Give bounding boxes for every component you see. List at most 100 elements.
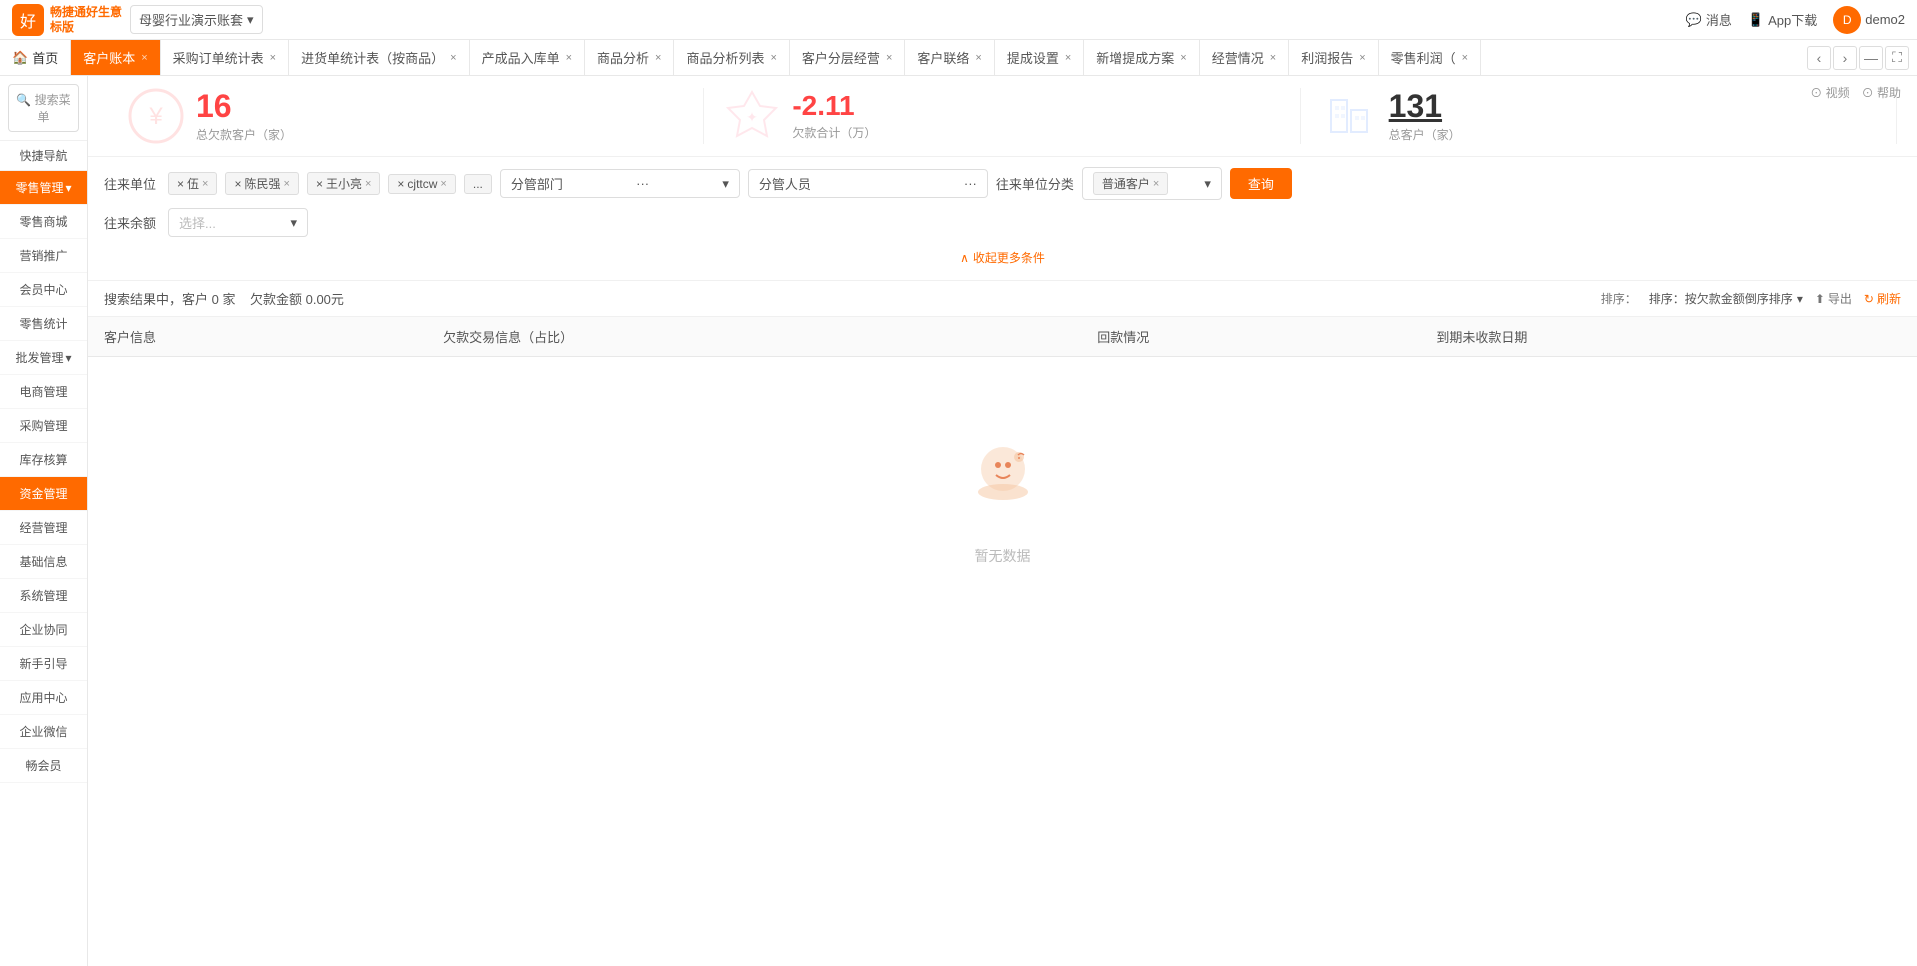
stat-icon-building	[1321, 88, 1377, 144]
tab-goods-analysis-list[interactable]: 商品分析列表 ×	[674, 40, 789, 76]
tab-minimize[interactable]: —	[1859, 46, 1883, 70]
close-icon[interactable]: ×	[1180, 52, 1186, 64]
sidebar-search-area: 🔍 搜索菜单	[0, 76, 87, 141]
tab-scroll-left[interactable]: ‹	[1807, 46, 1831, 70]
sidebar-item-operation-mgmt[interactable]: 经营管理	[0, 511, 87, 545]
col-header-arrears: 欠款交易信息（占比）	[427, 317, 1081, 357]
tab-profit-report[interactable]: 利润报告 ×	[1289, 40, 1378, 76]
top-header: 好 畅捷通好生意 标版 母婴行业演示账套 ▾ 💬 消息 📱 App下载 D de…	[0, 0, 1917, 40]
sidebar-item-marketing[interactable]: 营销推广	[0, 239, 87, 273]
close-icon[interactable]: ×	[770, 52, 776, 64]
close-icon[interactable]: ×	[1462, 52, 1468, 64]
message-button[interactable]: 💬 消息	[1686, 10, 1732, 29]
export-icon: ⬆	[1815, 292, 1825, 306]
sort-selector[interactable]: 排序：按欠款金额倒序排序 ▾	[1649, 290, 1803, 307]
video-link[interactable]: ⊙ 视频	[1810, 84, 1849, 101]
sidebar-item-vip-member[interactable]: 畅会员	[0, 749, 87, 783]
balance-selector[interactable]: 选择... ▾	[168, 208, 308, 237]
sidebar-item-retail-mall[interactable]: 零售商城	[0, 205, 87, 239]
tab-home[interactable]: 🏠 首页	[0, 40, 71, 76]
main-layout: 🔍 搜索菜单 快捷导航 零售管理 ▾ 零售商城 营销推广 会员中心 零售统计 批…	[0, 76, 1917, 966]
tab-proposal-settings[interactable]: 提成设置 ×	[995, 40, 1084, 76]
close-icon[interactable]: ×	[886, 52, 892, 64]
tab-customer-segment[interactable]: 客户分层经营 ×	[790, 40, 905, 76]
company-tag-more[interactable]: ...	[464, 174, 492, 194]
sidebar-item-system-mgmt[interactable]: 系统管理	[0, 579, 87, 613]
sidebar-item-capital-mgmt[interactable]: 资金管理	[0, 477, 87, 511]
sidebar-item-enterprise-wechat[interactable]: 企业微信	[0, 715, 87, 749]
tab-maximize[interactable]: ⛶	[1885, 46, 1909, 70]
collapse-row: ∧ 收起更多条件	[104, 245, 1901, 270]
tab-accounts[interactable]: 客户账本 ×	[71, 40, 160, 76]
tab-purchase-order[interactable]: 采购订单统计表 ×	[161, 40, 289, 76]
query-button[interactable]: 查询	[1230, 168, 1292, 199]
tab-new-proposal[interactable]: 新增提成方案 ×	[1084, 40, 1199, 76]
collapse-button[interactable]: ∧ 收起更多条件	[960, 249, 1045, 266]
refresh-button[interactable]: ↻ 刷新	[1864, 290, 1901, 307]
close-icon[interactable]: ×	[1270, 52, 1276, 64]
close-icon[interactable]: ×	[1359, 52, 1365, 64]
sidebar-quick-nav[interactable]: 快捷导航	[0, 141, 87, 171]
sidebar-item-inventory[interactable]: 库存核算	[0, 443, 87, 477]
svg-text:✦: ✦	[746, 109, 758, 125]
category-label: 往来单位分类	[996, 174, 1074, 193]
close-icon[interactable]: ×	[450, 52, 456, 64]
person-selector[interactable]: 分管人员 ···	[748, 169, 988, 198]
store-selector[interactable]: 母婴行业演示账套 ▾	[130, 5, 263, 34]
logo-area: 好 畅捷通好生意 标版	[12, 4, 122, 36]
remove-tag-3[interactable]: ×	[365, 178, 371, 190]
category-tag[interactable]: 普通客户 ×	[1093, 172, 1168, 195]
chevron-down-icon: ▾	[722, 176, 729, 192]
sidebar-item-newbie-guide[interactable]: 新手引导	[0, 647, 87, 681]
tab-retail-profit[interactable]: 零售利润（ ×	[1379, 40, 1481, 76]
tab-operation-status[interactable]: 经营情况 ×	[1200, 40, 1289, 76]
tab-scroll-right[interactable]: ›	[1833, 46, 1857, 70]
remove-tag-1[interactable]: ×	[202, 178, 208, 190]
search-menu-button[interactable]: 🔍 搜索菜单	[8, 84, 79, 132]
close-icon[interactable]: ×	[975, 52, 981, 64]
company-tag-2[interactable]: × 陈民强 ×	[225, 172, 298, 195]
tab-purchase-stats[interactable]: 进货单统计表（按商品） ×	[289, 40, 469, 76]
tab-customer-contact[interactable]: 客户联络 ×	[905, 40, 994, 76]
remove-category-tag[interactable]: ×	[1153, 178, 1159, 190]
chevron-icon: ▾	[65, 351, 71, 365]
tab-production-in[interactable]: 产成品入库单 ×	[470, 40, 585, 76]
stat-label-2: 欠款合计（万）	[792, 124, 876, 141]
nav-tabs: 🏠 首页 客户账本 × 采购订单统计表 × 进货单统计表（按商品） × 产成品入…	[0, 40, 1917, 76]
category-selector[interactable]: 普通客户 × ▾	[1082, 167, 1222, 200]
sidebar-item-retail-mgmt[interactable]: 零售管理 ▾	[0, 171, 87, 205]
close-icon[interactable]: ×	[655, 52, 661, 64]
company-tag-3[interactable]: × 王小亮 ×	[307, 172, 380, 195]
close-icon[interactable]: ×	[141, 52, 147, 64]
col-header-repayment: 回款情况	[1081, 317, 1420, 357]
sidebar-item-member-center[interactable]: 会员中心	[0, 273, 87, 307]
stats-bar-links: ⊙ 视频 ⊙ 帮助	[1810, 84, 1901, 101]
search-result-text: 搜索结果中，客户 0 家 欠款金额 0.00元	[104, 289, 344, 308]
logo-icon: 好	[12, 4, 44, 36]
tab-goods-analysis[interactable]: 商品分析 ×	[585, 40, 674, 76]
company-label: 往来单位	[104, 174, 160, 193]
help-link[interactable]: ⊙ 帮助	[1862, 84, 1901, 101]
sidebar-item-ecommerce[interactable]: 电商管理	[0, 375, 87, 409]
company-tag-4[interactable]: × cjttcw ×	[388, 174, 455, 194]
sidebar-item-basic-info[interactable]: 基础信息	[0, 545, 87, 579]
dept-selector[interactable]: 分管部门 ··· ▾	[500, 169, 740, 198]
remove-tag-2[interactable]: ×	[284, 178, 290, 190]
sidebar-item-purchase-mgmt[interactable]: 采购管理	[0, 409, 87, 443]
stat-icon-badge: ✦	[724, 88, 780, 144]
sidebar-item-retail-stats[interactable]: 零售统计	[0, 307, 87, 341]
export-button[interactable]: ⬆ 导出	[1815, 290, 1852, 307]
user-menu[interactable]: D demo2	[1833, 6, 1905, 34]
app-download-button[interactable]: 📱 App下载	[1748, 10, 1817, 29]
sidebar-item-enterprise-coop[interactable]: 企业协同	[0, 613, 87, 647]
company-tag-1[interactable]: × 伍 ×	[168, 172, 217, 195]
close-icon[interactable]: ×	[566, 52, 572, 64]
sidebar: 🔍 搜索菜单 快捷导航 零售管理 ▾ 零售商城 营销推广 会员中心 零售统计 批…	[0, 76, 88, 966]
close-icon[interactable]: ×	[270, 52, 276, 64]
chevron-icon: ▾	[65, 181, 71, 195]
sidebar-item-wholesale-mgmt[interactable]: 批发管理 ▾	[0, 341, 87, 375]
chevron-down-icon: ▾	[1797, 292, 1803, 306]
close-icon[interactable]: ×	[1065, 52, 1071, 64]
remove-tag-4[interactable]: ×	[440, 178, 446, 190]
sidebar-item-app-center[interactable]: 应用中心	[0, 681, 87, 715]
